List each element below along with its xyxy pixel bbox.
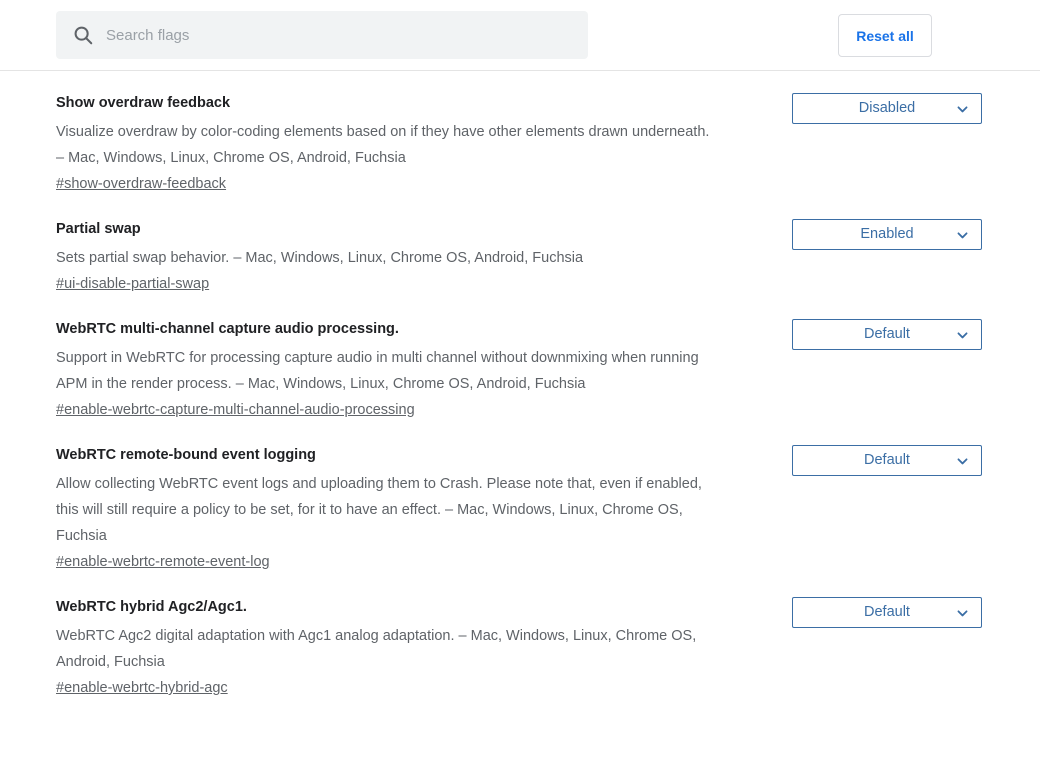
flag-state-value: Disabled xyxy=(858,100,916,117)
flag-info: WebRTC multi-channel capture audio proce… xyxy=(56,319,720,423)
chevron-down-icon xyxy=(957,331,968,338)
flag-info: WebRTC remote-bound event logging Allow … xyxy=(56,445,720,575)
flag-description: Support in WebRTC for processing capture… xyxy=(56,350,699,392)
flag-state-value: Default xyxy=(864,604,910,621)
chevron-down-icon xyxy=(957,457,968,464)
flag-control: Enabled xyxy=(720,219,984,250)
flag-permalink[interactable]: #enable-webrtc-capture-multi-channel-aud… xyxy=(56,397,415,423)
flag-control: Default xyxy=(720,319,984,350)
chevron-down-icon xyxy=(957,231,968,238)
flag-entry: WebRTC hybrid Agc2/Agc1. WebRTC Agc2 dig… xyxy=(56,575,984,701)
flag-permalink[interactable]: #ui-disable-partial-swap xyxy=(56,271,209,297)
flag-permalink[interactable]: #enable-webrtc-hybrid-agc xyxy=(56,675,228,701)
search-box[interactable] xyxy=(56,11,588,59)
flag-info: Show overdraw feedback Visualize overdra… xyxy=(56,93,720,197)
search-icon xyxy=(74,26,93,45)
flag-description: WebRTC Agc2 digital adaptation with Agc1… xyxy=(56,628,697,670)
flag-title: Partial swap xyxy=(56,221,141,237)
flag-description: Allow collecting WebRTC event logs and u… xyxy=(56,476,702,544)
flag-entry: Show overdraw feedback Visualize overdra… xyxy=(56,71,984,197)
flag-permalink[interactable]: #show-overdraw-feedback xyxy=(56,171,226,197)
flag-state-select[interactable]: Default xyxy=(792,319,982,350)
flag-permalink[interactable]: #enable-webrtc-remote-event-log xyxy=(56,549,270,575)
reset-all-button[interactable]: Reset all xyxy=(838,14,932,57)
chevron-down-icon xyxy=(957,609,968,616)
flags-list: Show overdraw feedback Visualize overdra… xyxy=(0,71,1040,701)
flag-title: Show overdraw feedback xyxy=(56,95,231,111)
flag-title: WebRTC remote-bound event logging xyxy=(56,447,316,463)
flag-entry: WebRTC multi-channel capture audio proce… xyxy=(56,297,984,423)
flag-state-value: Default xyxy=(864,326,910,343)
flag-control: Default xyxy=(720,445,984,476)
flag-title: WebRTC multi-channel capture audio proce… xyxy=(56,321,399,337)
flag-info: Partial swap Sets partial swap behavior.… xyxy=(56,219,720,297)
flag-state-select[interactable]: Disabled xyxy=(792,93,982,124)
search-input[interactable] xyxy=(106,11,572,59)
flag-info: WebRTC hybrid Agc2/Agc1. WebRTC Agc2 dig… xyxy=(56,597,720,701)
flag-state-select[interactable]: Enabled xyxy=(792,219,982,250)
flag-state-select[interactable]: Default xyxy=(792,445,982,476)
flag-entry: Partial swap Sets partial swap behavior.… xyxy=(56,197,984,297)
flag-description: Sets partial swap behavior. – Mac, Windo… xyxy=(56,250,584,266)
flag-description: Visualize overdraw by color-coding eleme… xyxy=(56,124,710,166)
flag-control: Disabled xyxy=(720,93,984,124)
flag-control: Default xyxy=(720,597,984,628)
flag-state-value: Enabled xyxy=(860,226,914,243)
chevron-down-icon xyxy=(957,105,968,112)
flag-state-value: Default xyxy=(864,452,910,469)
flag-entry: WebRTC remote-bound event logging Allow … xyxy=(56,423,984,575)
flag-state-select[interactable]: Default xyxy=(792,597,982,628)
flags-toolbar: Reset all xyxy=(0,0,1040,71)
flag-title: WebRTC hybrid Agc2/Agc1. xyxy=(56,599,247,615)
